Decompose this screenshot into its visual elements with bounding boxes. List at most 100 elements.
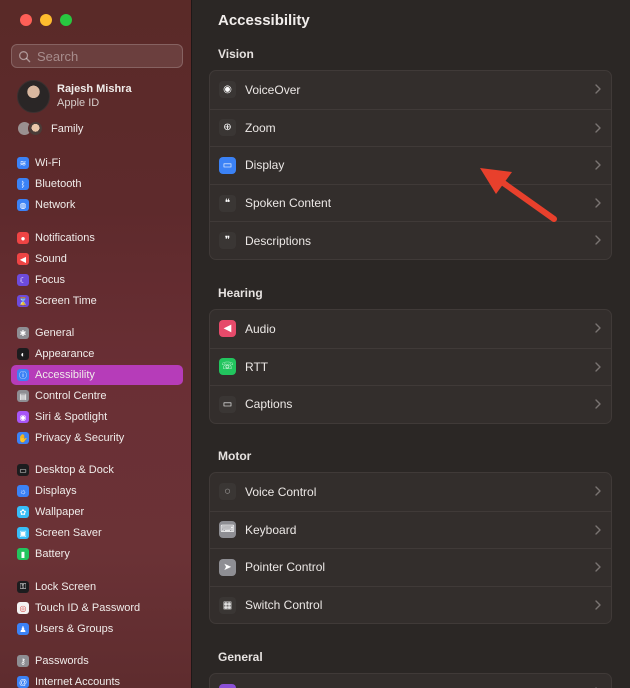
sidebar-item-label: Touch ID & Password (35, 602, 141, 614)
sidebar-item-touch-id-password[interactable]: ◎ Touch ID & Password (11, 598, 183, 618)
section-title-vision: Vision (218, 47, 254, 61)
sidebar-item-internet-accounts[interactable]: @ Internet Accounts (11, 672, 183, 688)
avatar (17, 80, 50, 113)
row-pointer-control[interactable]: ➤ Pointer Control (210, 548, 611, 586)
sun-icon: ☼ (17, 485, 29, 497)
sidebar-item-screen-saver[interactable]: ▣ Screen Saver (11, 523, 183, 543)
chevron-right-icon (595, 562, 601, 572)
zoom-window-button[interactable] (60, 14, 72, 26)
row-label: Switch Control (245, 598, 323, 613)
row-label: Display (245, 158, 285, 173)
sidebar-item-label: Displays (35, 485, 77, 497)
audio-icon: ◀ (219, 320, 236, 338)
row-display[interactable]: ▭ Display (210, 146, 611, 184)
sidebar-item-focus[interactable]: ☾ Focus (11, 270, 183, 290)
sidebar-item-wi-fi[interactable]: ≋ Wi-Fi (11, 153, 183, 173)
sidebar-item-label: Bluetooth (35, 178, 82, 190)
row-switch-control[interactable]: ▦ Switch Control (210, 585, 611, 624)
sidebar-item-label: Notifications (35, 232, 95, 244)
family-avatar (28, 121, 43, 136)
sidebar-item-sound[interactable]: ◀ Sound (11, 249, 183, 269)
row-rtt[interactable]: ☏ RTT (210, 347, 611, 386)
sidebar-item-wallpaper[interactable]: ✿ Wallpaper (11, 502, 183, 522)
close-window-button[interactable] (20, 14, 32, 26)
page-title: Accessibility (218, 12, 310, 29)
row-zoom[interactable]: ⊕ Zoom (210, 108, 611, 147)
family-item[interactable]: Family (17, 121, 83, 136)
accessibility-icon: ⓘ (17, 369, 29, 381)
sidebar-item-users-groups[interactable]: ♟ Users & Groups (11, 619, 183, 639)
sidebar-item-displays[interactable]: ☼ Displays (11, 481, 183, 501)
row-audio[interactable]: ◀ Audio (210, 310, 611, 348)
chevron-right-icon (595, 524, 601, 535)
hand-icon: ✋ (17, 432, 29, 444)
sidebar-item-label: Sound (35, 253, 67, 265)
sidebar-item-desktop-dock[interactable]: ▭ Desktop & Dock (11, 460, 183, 480)
sidebar-item-control-centre[interactable]: ▤ Control Centre (11, 386, 183, 406)
appearance-icon: ◐ (17, 348, 29, 360)
row-label: RTT (245, 359, 269, 374)
sidebar-item-general[interactable]: ✱ General (11, 323, 183, 343)
sidebar: Rajesh Mishra Apple ID Family ≋ Wi-Fi ᛒ Blu… (0, 0, 192, 688)
row-label: Zoom (245, 120, 276, 135)
row-spoken-content[interactable]: ❝ Spoken Content (210, 183, 611, 222)
search-input[interactable] (37, 48, 177, 64)
voice-control-icon: ◌ (219, 483, 236, 501)
row-voice-control[interactable]: ◌ Voice Control (210, 473, 611, 511)
sidebar-item-appearance[interactable]: ◐ Appearance (11, 344, 183, 364)
chevron-right-icon (595, 486, 601, 496)
sidebar-item-privacy-security[interactable]: ✋ Privacy & Security (11, 428, 183, 448)
keyboard-icon: ⌨ (219, 521, 236, 539)
voiceover-icon: ◉ (219, 81, 236, 99)
moon-icon: ☾ (17, 274, 29, 286)
row-descriptions[interactable]: ❞ Descriptions (210, 221, 611, 259)
search-icon (19, 50, 31, 62)
sidebar-item-notifications[interactable]: ● Notifications (11, 228, 183, 248)
descriptions-icon: ❞ (219, 232, 236, 250)
sidebar-item-label: Wallpaper (35, 506, 85, 518)
profile-subtitle: Apple ID (57, 97, 100, 109)
sidebar-item-bluetooth[interactable]: ᛒ Bluetooth (11, 174, 183, 194)
group-hearing: ◀ Audio ☏ RTT ▭ Captions (209, 309, 612, 424)
search-field[interactable] (11, 44, 183, 68)
sidebar-item-label: Wi-Fi (35, 157, 61, 169)
spoken-content-icon: ❝ (219, 194, 236, 212)
sidebar-item-siri-spotlight[interactable]: ◉ Siri & Spotlight (11, 407, 183, 427)
sidebar-item-battery[interactable]: ▮ Battery (11, 544, 183, 564)
display-icon: ▭ (219, 156, 236, 174)
siri-icon: ◉ (219, 684, 236, 688)
gear-icon: ✱ (17, 327, 29, 339)
sidebar-item-network[interactable]: ◍ Network (11, 195, 183, 215)
sidebar-item-passwords[interactable]: ⚷ Passwords (11, 651, 183, 671)
chevron-right-icon (595, 84, 601, 94)
sidebar-item-screen-time[interactable]: ⌛ Screen Time (11, 291, 183, 311)
minimize-window-button[interactable] (40, 14, 52, 26)
chevron-right-icon (595, 361, 601, 372)
sidebar-item-label: Passwords (35, 655, 89, 667)
sidebar-item-label: Battery (35, 548, 70, 560)
apple-id-profile[interactable]: Rajesh Mishra Apple ID (17, 80, 132, 113)
row-label: Voice Control (245, 484, 317, 499)
profile-name: Rajesh Mishra (57, 83, 132, 95)
sidebar-item-lock-screen[interactable]: ⚿ Lock Screen (11, 577, 183, 597)
row-label: Pointer Control (245, 560, 326, 575)
sidebar-item-label: Privacy & Security (35, 432, 125, 444)
sidebar-item-label: Desktop & Dock (35, 464, 114, 476)
at-icon: @ (17, 676, 29, 688)
section-title-motor: Motor (218, 449, 252, 463)
group-general: ◉Siri (209, 673, 612, 688)
key-icon: ⚷ (17, 655, 29, 667)
rtt-icon: ☏ (219, 358, 236, 376)
row-siri[interactable]: ◉Siri (210, 674, 611, 688)
wifi-icon: ≋ (17, 157, 29, 169)
row-label: Captions (245, 397, 293, 412)
row-keyboard[interactable]: ⌨ Keyboard (210, 510, 611, 549)
sidebar-item-label: Control Centre (35, 390, 107, 402)
row-voiceover[interactable]: ◉ VoiceOver (210, 71, 611, 109)
row-label: Descriptions (245, 233, 312, 248)
family-label: Family (51, 122, 84, 135)
row-captions[interactable]: ▭ Captions (210, 385, 611, 423)
sidebar-item-label: Siri & Spotlight (35, 411, 108, 423)
sidebar-item-label: Users & Groups (35, 623, 114, 635)
sidebar-item-accessibility[interactable]: ⓘ Accessibility (11, 365, 183, 385)
